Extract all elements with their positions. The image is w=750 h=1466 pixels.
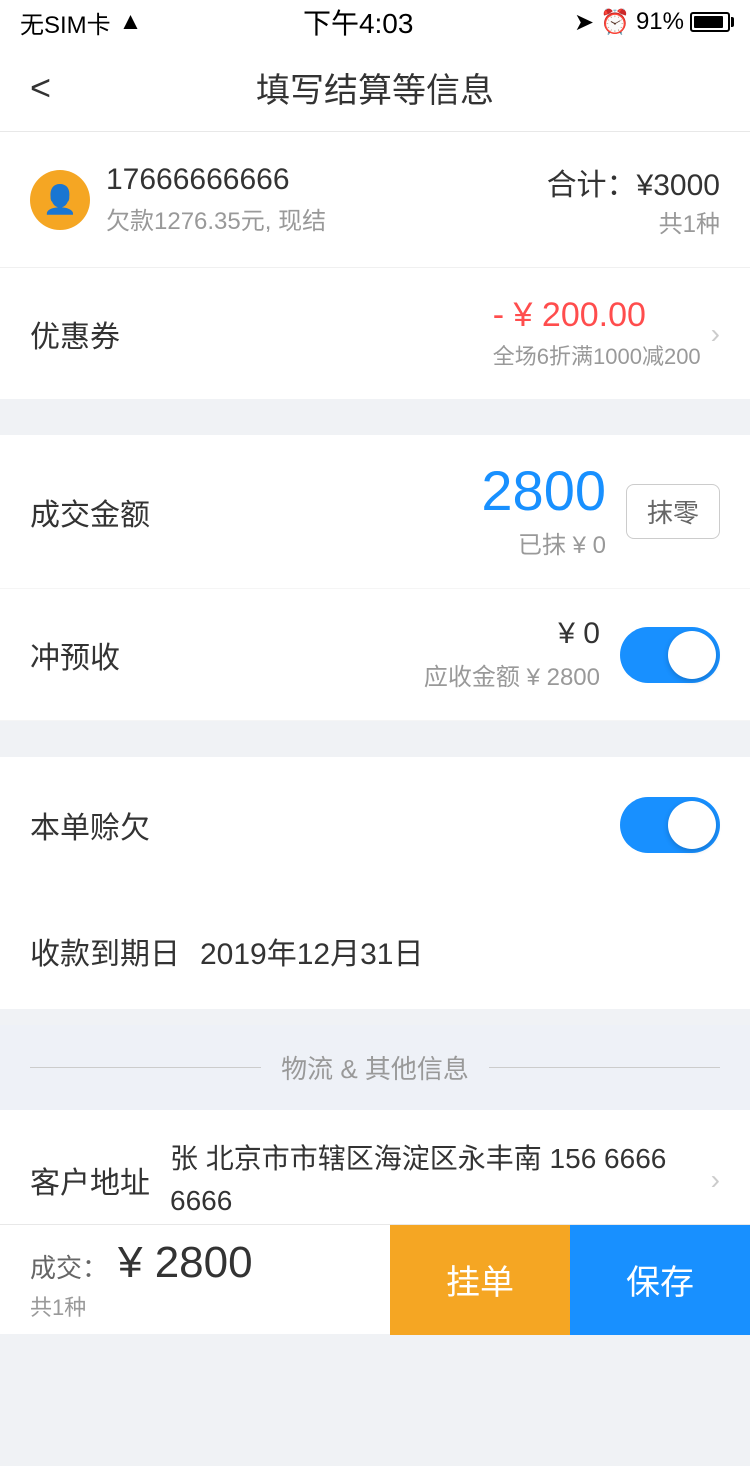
due-date-value: 2019年12月31日	[200, 929, 423, 973]
toggle-knob	[668, 631, 716, 679]
back-button[interactable]: <	[30, 67, 90, 109]
total-amount: 合计：¥3000	[547, 160, 720, 204]
customer-section: 👤 17666666666 欠款1276.35元, 现结 合计：¥3000 共1…	[0, 132, 750, 399]
chevron-right-icon: ›	[711, 318, 720, 350]
prepay-row: 冲预收 ¥ 0 应收金额 ¥ 2800	[0, 589, 750, 721]
address-value: 张 北京市市辖区海淀区永丰南 156 6666 6666	[170, 1138, 711, 1222]
coupon-discount: - ¥ 200.00	[493, 296, 701, 335]
bottom-count: 共1种	[30, 1290, 360, 1322]
gray-divider-2	[0, 737, 750, 757]
page-title: 填写结算等信息	[256, 63, 494, 112]
deal-amount: 2800	[481, 463, 606, 519]
customer-phone: 17666666666	[106, 163, 326, 197]
debt-row: 本单赊欠	[0, 757, 750, 893]
alarm-icon: ⏰	[600, 8, 630, 37]
coupon-right: - ¥ 200.00 全场6折满1000减200 ›	[493, 296, 720, 371]
coupon-label: 优惠券	[30, 312, 120, 356]
deal-subtext: 已抹 ¥ 0	[481, 525, 606, 560]
customer-left: 👤 17666666666 欠款1276.35元, 现结	[30, 163, 326, 236]
customer-row: 👤 17666666666 欠款1276.35元, 现结 合计：¥3000 共1…	[0, 132, 750, 267]
battery-icon	[690, 12, 730, 32]
coupon-row[interactable]: 优惠券 - ¥ 200.00 全场6折满1000减200 ›	[0, 267, 750, 399]
bottom-deal-amount: ¥ 2800	[118, 1238, 253, 1288]
battery-percent: 91%	[636, 8, 684, 36]
save-button[interactable]: 保存	[570, 1225, 750, 1335]
divider-text: 物流 & 其他信息	[281, 1049, 469, 1086]
prepay-label: 冲预收	[30, 633, 120, 677]
customer-info: 17666666666 欠款1276.35元, 现结	[106, 163, 326, 236]
carrier-label: 无SIM卡	[20, 5, 111, 40]
prepay-amount: ¥ 0	[424, 617, 600, 651]
status-left: 无SIM卡 ▲	[20, 5, 142, 40]
prepay-right-inner: ¥ 0 应收金额 ¥ 2800	[424, 617, 720, 692]
bottom-deal-label: 成交：	[30, 1248, 108, 1285]
debt-toggle[interactable]	[620, 797, 720, 853]
round-button[interactable]: 抹零	[626, 484, 720, 539]
hang-button[interactable]: 挂单	[390, 1225, 570, 1335]
address-chevron-icon: ›	[711, 1164, 720, 1196]
divider-line-right	[489, 1067, 720, 1068]
debt-toggle-knob	[668, 801, 716, 849]
gray-divider-1	[0, 415, 750, 435]
prepay-subtext: 应收金额 ¥ 2800	[424, 657, 600, 692]
customer-right: 合计：¥3000 共1种	[547, 160, 720, 239]
avatar: 👤	[30, 170, 90, 230]
customer-subtext: 欠款1276.35元, 现结	[106, 201, 326, 236]
wifi-icon: ▲	[119, 8, 143, 36]
coupon-desc: 全场6折满1000减200	[493, 339, 701, 371]
status-bar: 无SIM卡 ▲ 下午4:03 ➤ ⏰ 91%	[0, 0, 750, 44]
section-divider: 物流 & 其他信息	[0, 1025, 750, 1110]
location-icon: ➤	[574, 8, 594, 37]
debt-label: 本单赊欠	[30, 803, 150, 847]
status-right: ➤ ⏰ 91%	[574, 8, 730, 37]
deal-row: 成交金额 2800 已抹 ¥ 0 抹零	[0, 435, 750, 589]
bottom-summary: 成交： ¥ 2800 共1种	[0, 1238, 390, 1322]
count-label: 共1种	[547, 204, 720, 239]
prepay-right: ¥ 0 应收金额 ¥ 2800	[424, 617, 720, 692]
address-label: 客户地址	[30, 1158, 150, 1202]
status-time: 下午4:03	[303, 2, 414, 42]
prepay-toggle[interactable]	[620, 627, 720, 683]
bottom-bar: 成交： ¥ 2800 共1种 挂单 保存	[0, 1224, 750, 1334]
deal-section: 成交金额 2800 已抹 ¥ 0 抹零 冲预收 ¥ 0 应收金额 ¥ 2800	[0, 435, 750, 721]
due-date-label: 收款到期日	[30, 929, 180, 973]
deal-label: 成交金额	[30, 490, 150, 534]
bottom-deal-row: 成交： ¥ 2800	[30, 1238, 360, 1288]
deal-value-block: 2800 已抹 ¥ 0 抹零	[481, 463, 720, 560]
divider-line-left	[30, 1067, 261, 1068]
header: < 填写结算等信息	[0, 44, 750, 132]
debt-section: 本单赊欠 收款到期日 2019年12月31日	[0, 757, 750, 1009]
due-date-row: 收款到期日 2019年12月31日	[0, 893, 750, 1009]
